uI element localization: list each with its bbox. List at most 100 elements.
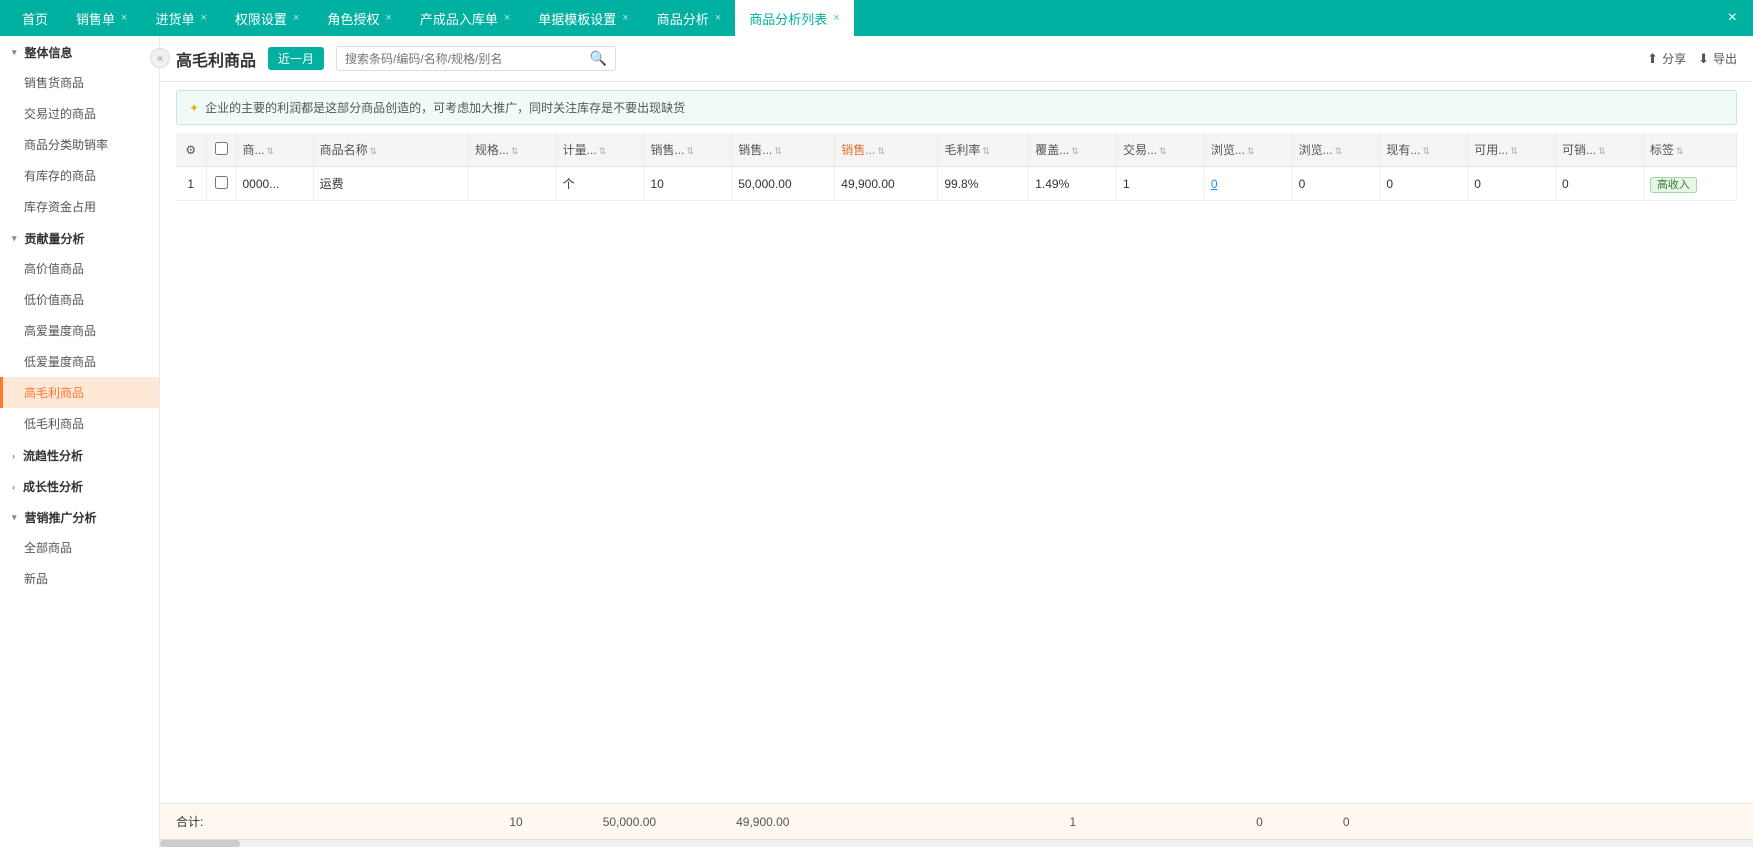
- total-label: 合计:: [176, 813, 203, 830]
- nav-permissions[interactable]: 权限设置 ×: [221, 0, 313, 36]
- footer-sales-net: 49,900.00: [736, 815, 789, 829]
- info-icon: ✦: [189, 101, 199, 115]
- chevron-down-icon: ▾: [12, 233, 17, 244]
- content-area: 高毛利商品 近一月 🔍 ⬆ 分享 ⬇ 导出 ✦ 企业的主要的利润都是这部分商品创…: [160, 36, 1753, 847]
- col-sellable[interactable]: 可销...⇅: [1556, 133, 1644, 167]
- close-icon[interactable]: ×: [293, 12, 299, 24]
- cell-sales-net: 49,900.00: [835, 167, 938, 201]
- tag-badge: 高收入: [1650, 177, 1697, 193]
- sidebar-section-overview[interactable]: ▾ 整体信息: [0, 36, 159, 67]
- chevron-right-icon: ›: [12, 451, 15, 461]
- cell-browse1[interactable]: 0: [1204, 167, 1292, 201]
- close-icon[interactable]: ×: [504, 12, 510, 24]
- close-icon[interactable]: ×: [715, 12, 721, 24]
- nav-purchase[interactable]: 进货单 ×: [141, 0, 220, 36]
- col-browse2[interactable]: 浏览...⇅: [1292, 133, 1380, 167]
- table-header-row: ⚙ 商...⇅ 商品名称⇅ 规格...⇅ 计量...⇅ 销售...⇅ 销售...…: [176, 133, 1737, 167]
- nav-product-inbound[interactable]: 产成品入库单 ×: [406, 0, 524, 36]
- sidebar-section-marketing[interactable]: ▾ 营销推广分析: [0, 501, 159, 532]
- sidebar-item-traded-goods[interactable]: 交易过的商品: [0, 98, 159, 129]
- cell-sales-amt: 50,000.00: [732, 167, 835, 201]
- cell-trade: 1: [1117, 167, 1205, 201]
- close-icon[interactable]: ×: [833, 12, 839, 24]
- col-sales-qty[interactable]: 销售...⇅: [644, 133, 732, 167]
- sidebar-item-low-margin[interactable]: 低毛利商品: [0, 408, 159, 439]
- close-icon[interactable]: ×: [622, 12, 628, 24]
- sidebar-item-low-value[interactable]: 低价值商品: [0, 284, 159, 315]
- footer-current: 0: [1256, 815, 1263, 829]
- table-row: 1 0000... 运费 个 10 50,000.00 49,900.00 99…: [176, 167, 1737, 201]
- col-unit[interactable]: 计量...⇅: [556, 133, 644, 167]
- col-settings[interactable]: ⚙: [176, 133, 206, 167]
- sidebar-item-high-value[interactable]: 高价值商品: [0, 253, 159, 284]
- cell-sales-qty: 10: [644, 167, 732, 201]
- export-button[interactable]: ⬇ 导出: [1698, 50, 1737, 67]
- col-available[interactable]: 可用...⇅: [1468, 133, 1556, 167]
- col-browse1[interactable]: 浏览...⇅: [1204, 133, 1292, 167]
- col-code[interactable]: 商...⇅: [236, 133, 313, 167]
- sidebar-collapse-button[interactable]: «: [150, 48, 170, 68]
- cell-checkbox[interactable]: [206, 167, 236, 201]
- share-icon: ⬆: [1647, 51, 1658, 67]
- sidebar-item-stock-capital[interactable]: 库存资金占用: [0, 191, 159, 222]
- col-sales-amt[interactable]: 销售...⇅: [732, 133, 835, 167]
- cell-current: 0: [1380, 167, 1468, 201]
- header-actions: ⬆ 分享 ⬇ 导出: [1647, 50, 1737, 67]
- cell-browse2: 0: [1292, 167, 1380, 201]
- cell-available: 0: [1468, 167, 1556, 201]
- col-coverage[interactable]: 覆盖...⇅: [1029, 133, 1117, 167]
- col-gross-rate[interactable]: 毛利率⇅: [938, 133, 1029, 167]
- col-tag[interactable]: 标签⇅: [1643, 133, 1736, 167]
- sidebar-item-high-love[interactable]: 高爱量度商品: [0, 315, 159, 346]
- close-icon[interactable]: ×: [200, 12, 206, 24]
- nav-template-settings[interactable]: 单据模板设置 ×: [524, 0, 642, 36]
- close-icon[interactable]: ×: [385, 12, 391, 24]
- nav-sales[interactable]: 销售单 ×: [62, 0, 141, 36]
- search-icon[interactable]: 🔍: [590, 50, 607, 67]
- sidebar-item-low-love[interactable]: 低爱量度商品: [0, 346, 159, 377]
- page-title: 高毛利商品: [176, 47, 256, 71]
- col-current[interactable]: 现有...⇅: [1380, 133, 1468, 167]
- row-checkbox[interactable]: [215, 176, 228, 189]
- sidebar-item-high-margin[interactable]: 高毛利商品: [0, 377, 159, 408]
- cell-name: 运费: [313, 167, 468, 201]
- select-all-checkbox[interactable]: [215, 142, 228, 155]
- sidebar-section-contribution[interactable]: ▾ 贡献量分析: [0, 222, 159, 253]
- close-icon[interactable]: ×: [121, 12, 127, 24]
- sidebar: ▾ 整体信息 销售货商品 交易过的商品 商品分类助销率 有库存的商品 库存资金占…: [0, 36, 160, 847]
- cell-sellable: 0: [1556, 167, 1644, 201]
- col-checkbox[interactable]: [206, 133, 236, 167]
- sidebar-section-growth[interactable]: › 成长性分析: [0, 470, 159, 501]
- cell-unit: 个: [556, 167, 644, 201]
- cell-tag: 高收入: [1643, 167, 1736, 201]
- sidebar-section-trend[interactable]: › 流趋性分析: [0, 439, 159, 470]
- search-box: 🔍: [336, 46, 616, 71]
- sidebar-item-new-goods[interactable]: 新品: [0, 563, 159, 594]
- close-all-button[interactable]: ×: [1720, 9, 1745, 27]
- chevron-down-icon: ▾: [12, 47, 17, 58]
- cell-gross-rate: 99.8%: [938, 167, 1029, 201]
- col-sales-net[interactable]: 销售...⇅: [835, 133, 938, 167]
- footer-totals: 合计: 10 50,000.00 49,900.00 1 0 0: [160, 803, 1753, 839]
- nav-product-analysis-list[interactable]: 商品分析列表 ×: [735, 0, 853, 36]
- nav-roles[interactable]: 角色授权 ×: [313, 0, 405, 36]
- sidebar-item-stocked-goods[interactable]: 有库存的商品: [0, 160, 159, 191]
- bottom-scrollbar[interactable]: [160, 839, 1753, 847]
- product-table: ⚙ 商...⇅ 商品名称⇅ 规格...⇅ 计量...⇅ 销售...⇅ 销售...…: [176, 133, 1737, 201]
- sidebar-item-sales-goods[interactable]: 销售货商品: [0, 67, 159, 98]
- chevron-right-icon: ›: [12, 482, 15, 492]
- time-filter-button[interactable]: 近一月: [268, 47, 324, 70]
- col-spec[interactable]: 规格...⇅: [468, 133, 556, 167]
- share-button[interactable]: ⬆ 分享: [1647, 50, 1686, 67]
- col-name[interactable]: 商品名称⇅: [313, 133, 468, 167]
- nav-product-analysis[interactable]: 商品分析 ×: [643, 0, 735, 36]
- info-banner: ✦ 企业的主要的利润都是这部分商品创造的，可考虑加大推广，同时关注库存是不要出现…: [176, 90, 1737, 125]
- export-icon: ⬇: [1698, 51, 1709, 67]
- nav-home[interactable]: 首页: [8, 0, 62, 36]
- cell-index: 1: [176, 167, 206, 201]
- sidebar-item-all-goods[interactable]: 全部商品: [0, 532, 159, 563]
- cell-spec: [468, 167, 556, 201]
- search-input[interactable]: [345, 52, 586, 66]
- col-trade[interactable]: 交易...⇅: [1117, 133, 1205, 167]
- sidebar-item-category-rate[interactable]: 商品分类助销率: [0, 129, 159, 160]
